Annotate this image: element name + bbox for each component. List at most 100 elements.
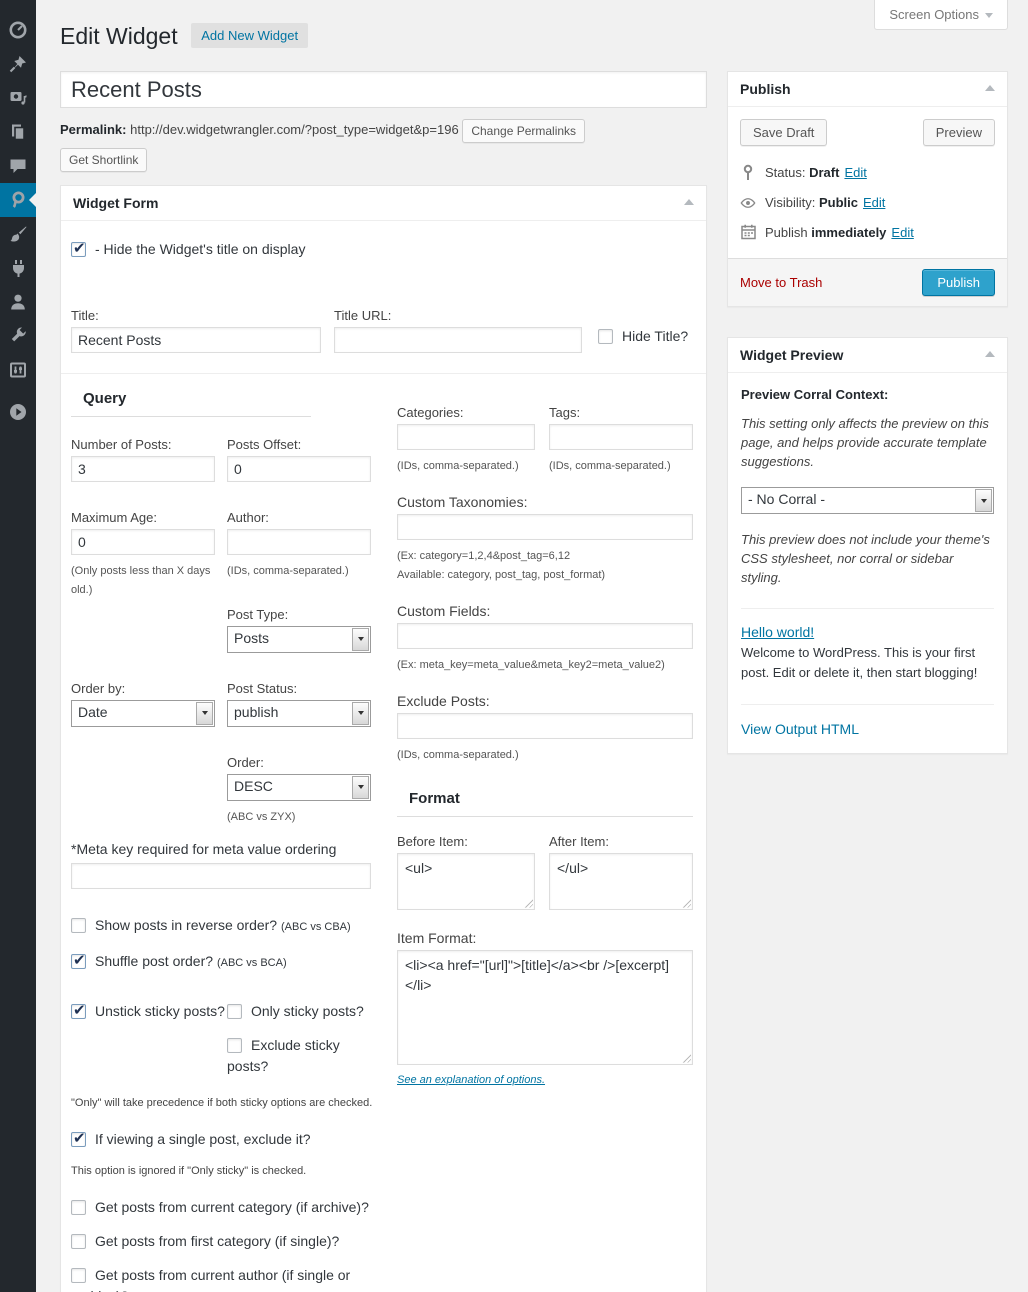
widget-form-title: Widget Form — [73, 194, 159, 211]
from-current-author-checkbox[interactable]: Get posts from current author (if single… — [71, 1265, 361, 1292]
unstick-sticky-checkbox[interactable]: Unstick sticky posts? — [71, 1000, 227, 1022]
categories-label: Categories: — [397, 404, 464, 420]
post-title-input[interactable] — [60, 71, 707, 108]
categories-input[interactable] — [397, 423, 535, 450]
before-item-textarea[interactable] — [397, 852, 535, 910]
checkbox[interactable] — [71, 1128, 86, 1149]
collapse-toggle-icon[interactable] — [985, 351, 995, 357]
field-hint: Available: category, post_tag, post_form… — [397, 568, 606, 581]
exclude-posts-input[interactable] — [397, 712, 693, 739]
exclude-single-checkbox[interactable]: If viewing a single post, exclude it? — [71, 1128, 397, 1150]
hide-title-checkbox[interactable]: Hide Title? — [598, 326, 688, 353]
permalink-label: Permalink: — [60, 122, 127, 137]
tags-label: Tags: — [549, 404, 581, 420]
publish-header[interactable]: Publish — [728, 72, 1007, 107]
title-label: Title: — [71, 307, 99, 323]
custom-taxonomies-input[interactable] — [397, 513, 693, 540]
only-sticky-checkbox[interactable]: Only sticky posts? — [227, 1001, 367, 1022]
status-row: Status: Draft Edit — [740, 164, 995, 181]
checkbox[interactable] — [71, 950, 86, 971]
sidebar-item-dashboard[interactable] — [0, 13, 36, 47]
checkbox[interactable] — [227, 1037, 242, 1053]
posts-offset-input[interactable] — [227, 455, 371, 482]
post-status-select[interactable]: publish — [227, 699, 371, 727]
order-by-select[interactable]: Date — [71, 699, 215, 727]
sidebar-item-pages[interactable] — [0, 115, 36, 149]
publish-title: Publish — [740, 81, 791, 97]
checkbox[interactable] — [598, 328, 613, 344]
sidebar-item-users[interactable] — [0, 285, 36, 319]
edit-visibility-link[interactable]: Edit — [863, 195, 885, 210]
sidebar-item-tools[interactable] — [0, 319, 36, 353]
collapse-toggle-icon[interactable] — [985, 85, 995, 91]
checkbox[interactable] — [71, 238, 86, 259]
lasso-icon — [8, 190, 28, 210]
publish-button[interactable]: Publish — [922, 269, 995, 296]
save-draft-button[interactable]: Save Draft — [740, 119, 828, 146]
move-to-trash-link[interactable]: Move to Trash — [740, 275, 822, 290]
maximum-age-input[interactable] — [71, 528, 215, 555]
explanation-link[interactable]: See an explanation of options. — [397, 1074, 545, 1086]
sidebar-item-appearance[interactable] — [0, 217, 36, 251]
widget-preview-header[interactable]: Widget Preview — [728, 338, 1007, 373]
preview-post-title-link[interactable]: Hello world! — [741, 624, 814, 640]
sidebar-item-media[interactable] — [0, 81, 36, 115]
checkbox-label: Hide Title? — [622, 327, 689, 344]
widget-title-input[interactable] — [71, 326, 321, 353]
sidebar-item-settings[interactable] — [0, 353, 36, 387]
post-status-label: Post Status: — [227, 680, 298, 696]
exclude-sticky-checkbox[interactable]: Exclude sticky posts? — [227, 1035, 351, 1077]
sidebar-item-comments[interactable] — [0, 149, 36, 183]
format-heading: Format — [409, 789, 460, 807]
order-select[interactable]: DESC — [227, 773, 371, 801]
select-arrow-icon — [352, 775, 369, 799]
main-column: Permalink: http://dev.widgetwrangler.com… — [60, 71, 707, 1292]
view-output-html-link[interactable]: View Output HTML — [741, 721, 859, 737]
sliders-icon — [8, 360, 28, 380]
checkbox[interactable] — [71, 1267, 86, 1283]
reverse-order-checkbox[interactable]: Show posts in reverse order? (ABC vs CBA… — [71, 915, 397, 938]
get-shortlink-button[interactable]: Get Shortlink — [60, 147, 148, 172]
divider — [71, 415, 311, 417]
hide-title-on-display-checkbox[interactable]: - Hide the Widget's title on display — [71, 238, 693, 260]
after-item-textarea[interactable] — [549, 852, 693, 910]
sidebar-item-widget-wrangler[interactable] — [0, 183, 36, 217]
divider — [397, 815, 693, 817]
widget-form-header[interactable]: Widget Form — [61, 186, 706, 221]
checkbox[interactable] — [71, 917, 86, 933]
post-type-select[interactable]: Posts — [227, 625, 371, 653]
checkbox[interactable] — [71, 1233, 86, 1249]
sidebar-item-posts[interactable] — [0, 47, 36, 81]
custom-fields-input[interactable] — [397, 622, 693, 649]
sidebar-item-plugins[interactable] — [0, 251, 36, 285]
widget-preview-box: Widget Preview Preview Corral Context: T… — [727, 337, 1008, 754]
edit-schedule-link[interactable]: Edit — [891, 225, 913, 240]
add-new-widget-button[interactable]: Add New Widget — [191, 23, 309, 48]
meta-key-input[interactable] — [71, 862, 371, 889]
corral-select[interactable]: - No Corral - — [741, 487, 994, 514]
change-permalinks-button[interactable]: Change Permalinks — [462, 118, 586, 143]
checkbox[interactable] — [71, 1000, 86, 1021]
checkbox[interactable] — [227, 1003, 242, 1019]
divider — [741, 608, 994, 609]
item-format-textarea[interactable] — [397, 949, 693, 1065]
page-title: Edit Widget — [60, 23, 178, 49]
sidebar-item-collapse-menu[interactable] — [0, 395, 36, 429]
checkbox[interactable] — [71, 1199, 86, 1215]
author-input[interactable] — [227, 528, 371, 555]
meta-key-label: *Meta key required for meta value orderi… — [71, 840, 337, 857]
visibility-row: Visibility: Public Edit — [740, 195, 995, 210]
from-current-category-checkbox[interactable]: Get posts from current category (if arch… — [71, 1197, 397, 1218]
collapse-toggle-icon[interactable] — [684, 198, 694, 205]
preview-button[interactable]: Preview — [922, 119, 995, 146]
brush-icon — [8, 224, 28, 244]
number-of-posts-input[interactable] — [71, 455, 215, 482]
from-first-category-checkbox[interactable]: Get posts from first category (if single… — [71, 1231, 397, 1252]
custom-fields-label: Custom Fields: — [397, 602, 491, 619]
shuffle-order-checkbox[interactable]: Shuffle post order? (ABC vs BCA) — [71, 950, 397, 974]
title-url-input[interactable] — [334, 326, 582, 353]
tags-input[interactable] — [549, 423, 693, 450]
plug-icon — [8, 258, 28, 278]
exclude-posts-label: Exclude Posts: — [397, 692, 490, 709]
edit-status-link[interactable]: Edit — [844, 165, 866, 180]
